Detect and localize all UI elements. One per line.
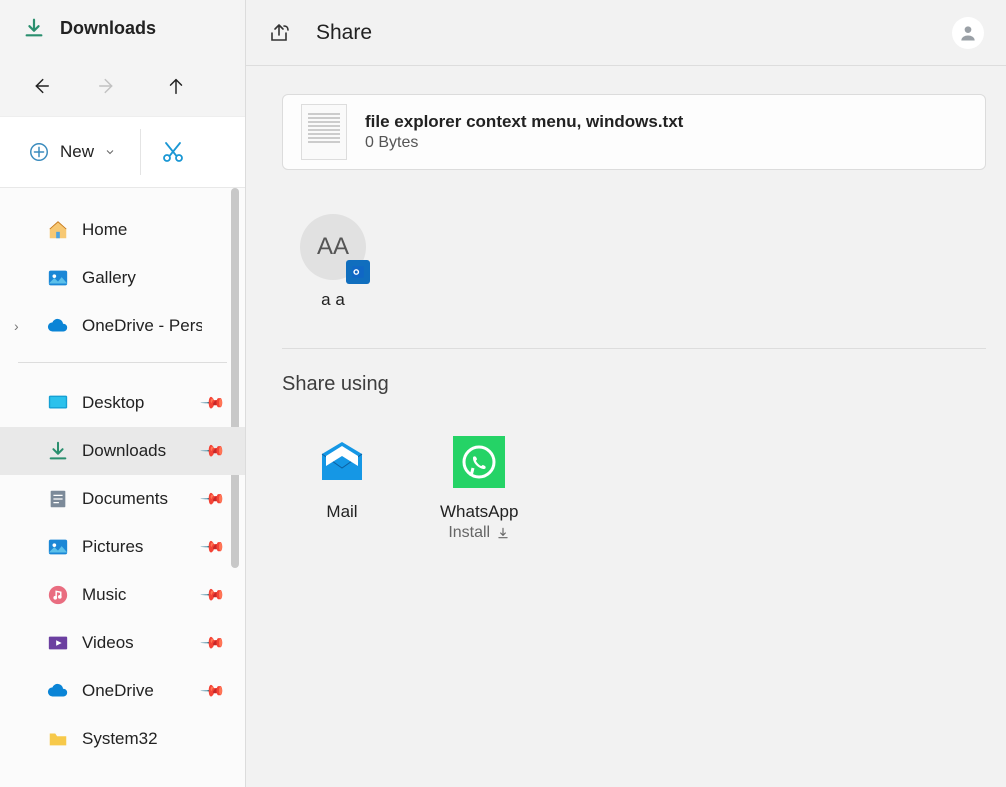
file-thumbnail-icon [301,104,347,160]
contact-name: a a [321,290,345,310]
person-icon [958,23,978,43]
nav-downloads[interactable]: Downloads 📌 [0,427,245,475]
nav-system32-label: System32 [82,729,158,749]
scissors-icon [161,140,185,164]
cloud-icon [46,679,70,703]
app-mail-label: Mail [326,502,357,522]
navigation-tree[interactable]: Home Gallery › OneDrive - Personal Deskt… [0,188,245,787]
nav-onedrive-personal-label: OneDrive - Personal [82,316,202,336]
download-icon [496,526,510,540]
file-name: file explorer context menu, windows.txt [365,112,683,132]
toolbar: New [0,116,245,188]
nav-gallery[interactable]: Gallery [0,254,245,302]
nav-documents-label: Documents [82,489,168,509]
nav-music-label: Music [82,585,126,605]
app-whatsapp-install-text: Install [448,524,490,542]
new-button[interactable]: New [0,135,132,169]
nav-gallery-label: Gallery [82,268,136,288]
nav-onedrive-label: OneDrive [82,681,154,701]
videos-icon [46,631,70,655]
app-whatsapp[interactable]: WhatsApp Install [440,436,518,542]
nav-desktop[interactable]: Desktop 📌 [0,379,245,427]
account-button[interactable] [952,17,984,49]
folder-icon [46,727,70,751]
documents-icon [46,487,70,511]
back-button[interactable] [28,74,52,98]
share-divider [282,348,986,349]
nav-onedrive[interactable]: OneDrive 📌 [0,667,245,715]
app-whatsapp-label: WhatsApp [440,502,518,522]
nav-pictures-label: Pictures [82,537,143,557]
downloads-icon [46,439,70,463]
nav-desktop-label: Desktop [82,393,144,413]
shared-file-card: file explorer context menu, windows.txt … [282,94,986,170]
new-label: New [60,142,94,162]
gallery-icon [46,266,70,290]
pin-icon: 📌 [199,437,227,465]
plus-circle-icon [28,141,50,163]
nav-downloads-label: Downloads [82,441,166,461]
share-icon [268,21,292,45]
downloads-folder-icon [22,16,46,40]
pictures-icon [46,535,70,559]
share-header: Share [246,0,1006,66]
share-panel: Share file explorer context menu, window… [246,0,1006,787]
app-mail[interactable]: Mail [316,436,368,542]
share-title: Share [316,21,372,45]
cloud-icon [46,314,70,338]
navigation-row [0,56,245,116]
share-apps-row: Mail WhatsApp Install [246,396,1006,542]
outlook-badge-icon [346,260,370,284]
nav-home[interactable]: Home [0,206,245,254]
up-button[interactable] [164,74,188,98]
nav-music[interactable]: Music 📌 [0,571,245,619]
file-explorer-panel: Downloads New [0,0,246,787]
pin-icon: 📌 [199,677,227,705]
music-icon [46,583,70,607]
app-whatsapp-sub: Install [448,524,510,542]
nav-videos[interactable]: Videos 📌 [0,619,245,667]
desktop-icon [46,391,70,415]
toolbar-separator [140,129,141,175]
tree-divider [18,362,227,363]
contacts-row: AA a a [246,170,1006,310]
home-icon [46,218,70,242]
avatar: AA [300,214,366,280]
nav-documents[interactable]: Documents 📌 [0,475,245,523]
file-info: file explorer context menu, windows.txt … [365,112,683,152]
whatsapp-icon [453,436,505,488]
nav-onedrive-personal[interactable]: › OneDrive - Personal [0,302,245,350]
titlebar: Downloads [0,0,245,56]
nav-videos-label: Videos [82,633,134,653]
window-title: Downloads [60,18,156,39]
pin-icon: 📌 [199,389,227,417]
avatar-initials: AA [317,233,349,261]
file-size: 0 Bytes [365,134,683,152]
chevron-down-icon [104,146,116,158]
nav-pictures[interactable]: Pictures 📌 [0,523,245,571]
pin-icon: 📌 [199,581,227,609]
mail-icon [316,436,368,488]
cut-button[interactable] [157,136,189,168]
nav-system32[interactable]: System32 [0,715,245,763]
contact-item[interactable]: AA a a [300,214,366,310]
nav-home-label: Home [82,220,127,240]
share-using-label: Share using [282,373,1006,396]
forward-button[interactable] [96,74,120,98]
pin-icon: 📌 [199,629,227,657]
chevron-right-icon[interactable]: › [14,318,19,334]
pin-icon: 📌 [199,533,227,561]
pin-icon: 📌 [199,485,227,513]
